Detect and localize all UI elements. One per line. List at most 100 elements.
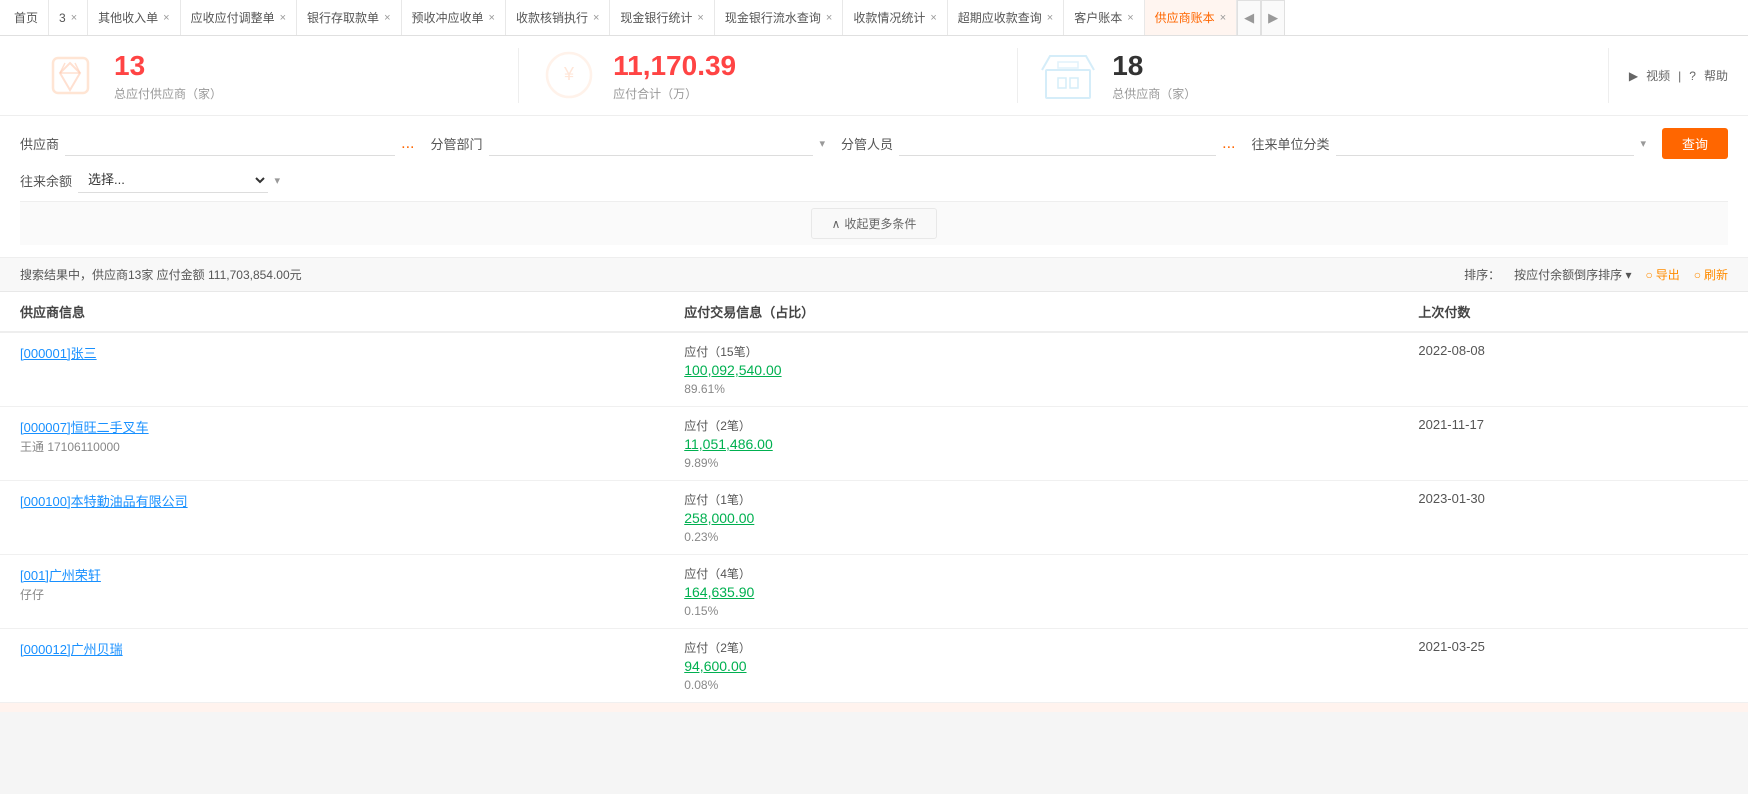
close-receipt-stat-icon[interactable]: × (930, 12, 936, 24)
tx-percent: 0.23% (684, 530, 1378, 544)
total-suppliers-label: 总供应商（家） (1112, 85, 1196, 102)
nav-right-arrow[interactable]: ▶ (1261, 0, 1285, 36)
supplier-link[interactable]: [000012]广州贝瑞 (20, 642, 123, 657)
supplier-info-cell: [001]广州荣轩仔仔 (0, 555, 664, 629)
close-ap-adjust-icon[interactable]: × (280, 12, 286, 24)
help-link[interactable]: 帮助 (1704, 67, 1728, 84)
nav-tab-3[interactable]: 3 × (49, 0, 88, 36)
tx-amount[interactable]: 94,600.00 (684, 658, 1378, 674)
payable-icon: ¥ (539, 48, 599, 103)
nav-tab-supplier-account[interactable]: 供应商账本 × (1145, 0, 1237, 36)
close-supplier-account-icon[interactable]: × (1220, 12, 1226, 24)
video-icon: ▶ (1629, 69, 1638, 83)
nav-tab-receipt-exec[interactable]: 收款核销执行 × (506, 0, 610, 36)
stat-block-suppliers-payable: 13 总应付供应商（家） (20, 48, 519, 103)
refresh-link[interactable]: ○ 刷新 (1694, 266, 1728, 283)
stats-bar: 13 总应付供应商（家） ¥ 11,170.39 应付合计（万） (0, 36, 1748, 116)
tx-info-cell: 应付（4笔） 164,635.90 0.15% (664, 555, 1398, 629)
supplier-dots-icon[interactable]: ... (401, 135, 414, 153)
close-receipt-exec-icon[interactable]: × (593, 12, 599, 24)
tx-info-cell: 应付（15笔） 100,092,540.00 89.61% (664, 332, 1398, 407)
tx-label: 应付（1笔） (684, 491, 1378, 508)
filter-supplier: 供应商 ... (20, 132, 415, 156)
video-link[interactable]: 视频 (1646, 67, 1670, 84)
table-row: [000002]李四 应付（5笔） 32,366.00 0.03% 2020-1… (0, 703, 1748, 713)
search-button[interactable]: 查询 (1662, 128, 1728, 159)
close-advance-offset-icon[interactable]: × (489, 12, 495, 24)
balance-dropdown-icon[interactable]: ▾ (274, 174, 280, 187)
close-bank-deposit-icon[interactable]: × (384, 12, 390, 24)
export-label: 导出 (1656, 266, 1680, 283)
supplier-link[interactable]: [000001]张三 (20, 346, 97, 361)
nav-tab-customer-account[interactable]: 客户账本 × (1064, 0, 1144, 36)
tx-label: 应付（15笔） (684, 343, 1378, 360)
nav-tab-bank-deposit[interactable]: 银行存取款单 × (297, 0, 401, 36)
nav-tab-advance-offset[interactable]: 预收冲应收单 × (402, 0, 506, 36)
sort-value[interactable]: 按应付余额倒序排序 ▾ (1514, 266, 1631, 283)
filter-balance: 往来余额 选择... ▾ (20, 167, 280, 193)
close-tab-3-icon[interactable]: × (71, 12, 77, 24)
export-link[interactable]: ○ 导出 (1645, 266, 1679, 283)
tx-label: 应付（4笔） (684, 565, 1378, 582)
tx-amount[interactable]: 258,000.00 (684, 510, 1378, 526)
table-row: [000100]本特勤油品有限公司 应付（1笔） 258,000.00 0.23… (0, 481, 1748, 555)
supplier-sub: 仔仔 (20, 586, 644, 603)
last-payment-cell: 2022-08-08 (1398, 332, 1748, 407)
stat-block-payable-total: ¥ 11,170.39 应付合计（万） (519, 48, 1018, 103)
nav-tab-other-income[interactable]: 其他收入单 × (88, 0, 180, 36)
tx-percent: 0.08% (684, 678, 1378, 692)
dept-label: 分管部门 (431, 134, 483, 153)
filter-area: 供应商 ... 分管部门 ▾ 分管人员 ... 往来单位分类 ▾ 查询 往来余额… (0, 116, 1748, 258)
col-header-last-payment: 上次付数 (1398, 292, 1748, 332)
results-bar: 搜索结果中，供应商13家 应付金额 111,703,854.00元 排序： 按应… (0, 258, 1748, 292)
category-dropdown-icon[interactable]: ▾ (1640, 137, 1646, 150)
supplier-info-cell: [000012]广州贝瑞 (0, 629, 664, 703)
dept-dropdown-icon[interactable]: ▾ (819, 137, 825, 150)
filter-row-1: 供应商 ... 分管部门 ▾ 分管人员 ... 往来单位分类 ▾ 查询 (20, 128, 1728, 159)
balance-select[interactable]: 选择... (78, 167, 268, 193)
close-overdue-query-icon[interactable]: × (1047, 12, 1053, 24)
last-payment-cell: 2020-11-20 (1398, 703, 1748, 713)
top-navigation: 首页 3 × 其他收入单 × 应收应付调整单 × 银行存取款单 × 预收冲应收单… (0, 0, 1748, 36)
table-wrapper[interactable]: 供应商信息 应付交易信息（占比） 上次付数 [000001]张三 应付（15笔）… (0, 292, 1748, 712)
supplier-link[interactable]: [001]广州荣轩 (20, 568, 101, 583)
category-input[interactable] (1336, 132, 1635, 156)
collapse-btn-label: 收起更多条件 (844, 215, 916, 232)
stat-block-total-suppliers: 18 总供应商（家） (1018, 48, 1609, 103)
person-input[interactable] (899, 132, 1216, 156)
supplier-link[interactable]: [000007]恒旺二手叉车 (20, 420, 149, 435)
filter-person: 分管人员 ... (841, 132, 1236, 156)
last-payment-cell (1398, 555, 1748, 629)
last-payment-cell: 2023-01-30 (1398, 481, 1748, 555)
tx-info-cell: 应付（2笔） 11,051,486.00 9.89% (664, 407, 1398, 481)
filter-dept: 分管部门 ▾ (431, 132, 826, 156)
close-other-income-icon[interactable]: × (163, 12, 169, 24)
nav-left-arrow[interactable]: ◀ (1237, 0, 1261, 36)
nav-tab-cash-bank-flow[interactable]: 现金银行流水查询 × (715, 0, 843, 36)
close-cash-bank-flow-icon[interactable]: × (826, 12, 832, 24)
nav-tab-cash-bank-stat[interactable]: 现金银行统计 × (610, 0, 714, 36)
tx-amount[interactable]: 164,635.90 (684, 584, 1378, 600)
total-suppliers-number: 18 (1112, 49, 1196, 83)
supplier-input[interactable] (65, 132, 395, 156)
table-row: [000012]广州贝瑞 应付（2笔） 94,600.00 0.08% 2021… (0, 629, 1748, 703)
close-customer-account-icon[interactable]: × (1127, 12, 1133, 24)
payable-total-number: 11,170.39 (613, 49, 736, 83)
supplier-link[interactable]: [000100]本特勤油品有限公司 (20, 494, 188, 509)
nav-tab-receipt-stat[interactable]: 收款情况统计 × (843, 0, 947, 36)
nav-tab-home[interactable]: 首页 (4, 0, 49, 36)
person-dots-icon[interactable]: ... (1222, 135, 1235, 153)
tx-amount[interactable]: 100,092,540.00 (684, 362, 1378, 378)
collapse-button[interactable]: ∧ 收起更多条件 (811, 208, 938, 239)
nav-tab-overdue-query[interactable]: 超期应收款查询 × (948, 0, 1064, 36)
col-header-supplier: 供应商信息 (0, 292, 664, 332)
tx-amount[interactable]: 11,051,486.00 (684, 436, 1378, 452)
supplier-sub: 王通 17106110000 (20, 438, 644, 455)
balance-label: 往来余额 (20, 171, 72, 190)
nav-tab-ap-adjust[interactable]: 应收应付调整单 × (181, 0, 297, 36)
tx-percent: 0.15% (684, 604, 1378, 618)
person-label: 分管人员 (841, 134, 893, 153)
tx-percent: 9.89% (684, 456, 1378, 470)
close-cash-bank-stat-icon[interactable]: × (697, 12, 703, 24)
dept-input[interactable] (489, 132, 814, 156)
